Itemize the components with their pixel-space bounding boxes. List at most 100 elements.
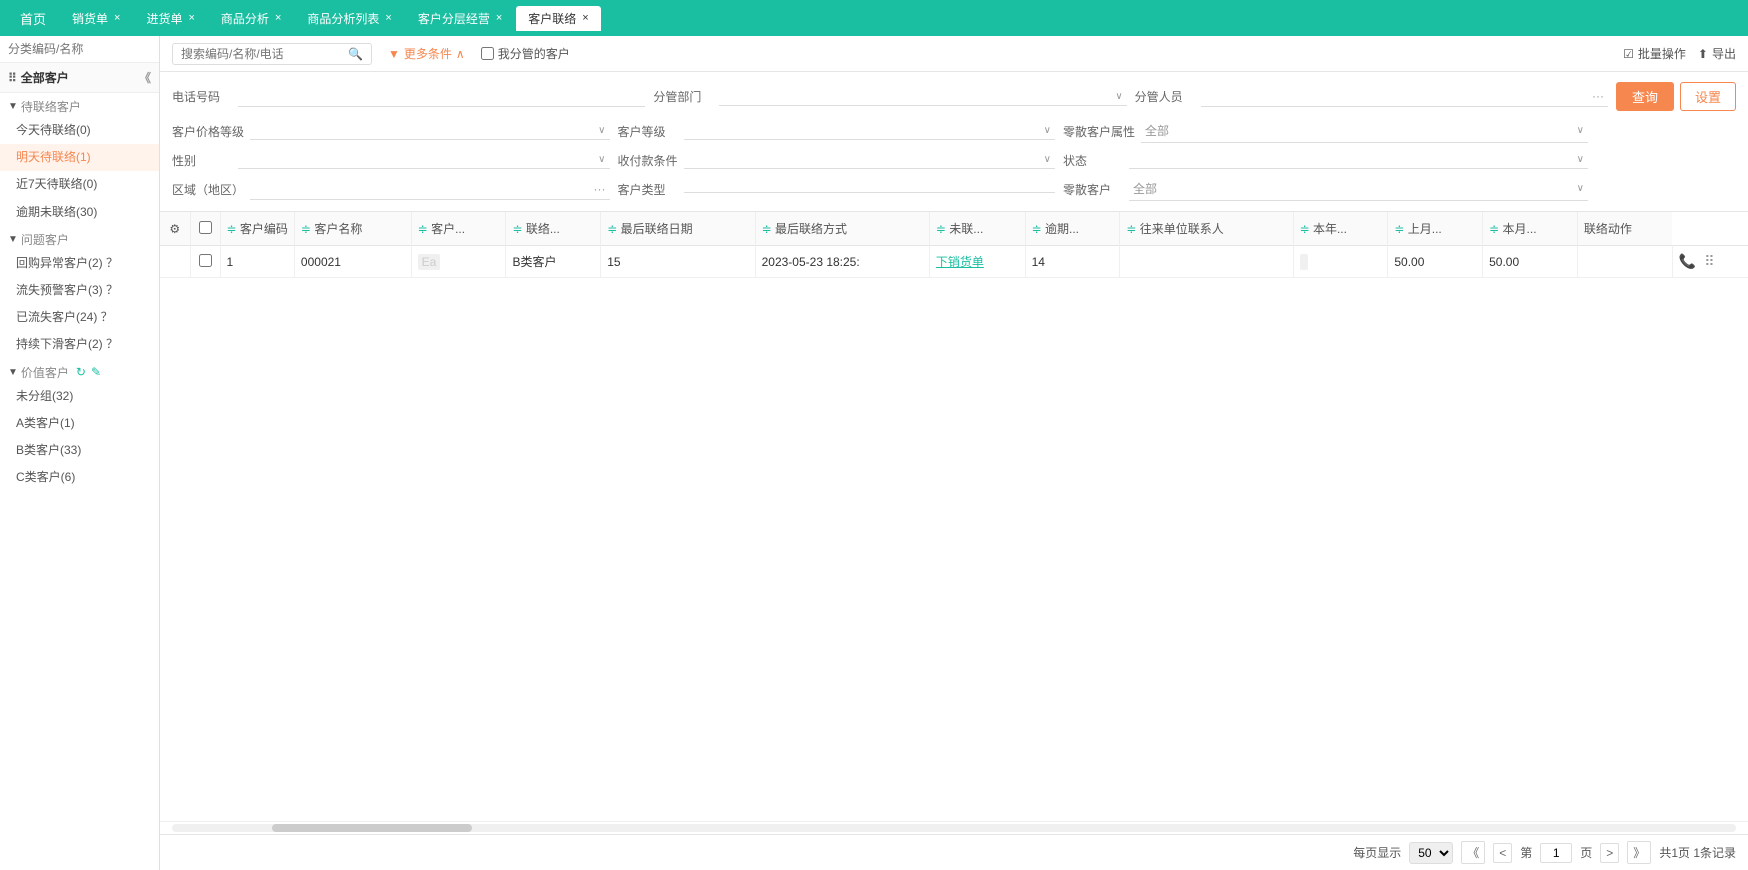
edit-group-icon[interactable]: ✎ <box>91 365 101 379</box>
col-overdue-header: ≑ 逾期... <box>1025 212 1120 246</box>
customer-table: ⚙ ≑ 客户编码 ≑ 客户名称 ≑ 客户... <box>160 212 1748 278</box>
nav-item-sales[interactable]: 销货单 × <box>60 6 132 31</box>
sidebar-search-area: 🔍 <box>0 36 159 63</box>
sidebar-item-overdue[interactable]: 逾期未联络(30) <box>0 199 159 226</box>
triangle-icon-3: ▼ <box>8 367 18 378</box>
nav-item-customer-tier[interactable]: 客户分层经营 × <box>406 6 514 31</box>
sidebar-item-churned[interactable]: 已流失客户(24) ？ <box>0 304 159 331</box>
row-last-contact-date: 2023-05-23 18:25: <box>755 246 929 278</box>
phone-input[interactable] <box>238 86 645 107</box>
refresh-icon[interactable]: ↻ <box>76 365 86 379</box>
sidebar-item-declining[interactable]: 持续下滑客户(2) ？ <box>0 331 159 358</box>
scrollbar-thumb[interactable] <box>272 824 472 832</box>
close-analysis-icon[interactable]: × <box>275 12 281 24</box>
filter-row-2: 客户价格等级 ∨ 客户等级 ∨ 零散客户属性 全部 <box>172 119 1736 143</box>
set-button[interactable]: 设置 <box>1680 82 1736 111</box>
my-customers-checkbox-label[interactable]: 我分管的客户 <box>481 45 570 62</box>
region-select[interactable]: ··· <box>250 179 609 200</box>
row-gear <box>160 246 190 278</box>
export-btn[interactable]: ⬆ 导出 <box>1698 45 1736 62</box>
sidebar-item-today[interactable]: 今天待联络(0) <box>0 117 159 144</box>
sidebar-item-class-c[interactable]: C类客户(6) <box>0 464 159 491</box>
collapse-icon[interactable]: 《 <box>139 69 151 86</box>
main-search-input[interactable] <box>181 47 344 61</box>
next-page-btn[interactable]: > <box>1600 843 1619 863</box>
filter-gender: 性别 ∨ <box>172 151 610 169</box>
sidebar-item-class-a[interactable]: A类客户(1) <box>0 410 159 437</box>
filter-retail-cust: 零散客户 全部 ∨ <box>1063 177 1588 201</box>
sidebar-item-class-b[interactable]: B类客户(33) <box>0 437 159 464</box>
bottom-bar: 每页显示 50 《 < 第 页 > 》 共1页 1条记录 <box>160 834 1748 870</box>
page-input[interactable] <box>1540 843 1572 863</box>
nav-item-customer-contact[interactable]: 客户联络 × <box>516 6 600 31</box>
sort-icon-11: ≑ <box>1394 222 1404 236</box>
my-customers-checkbox[interactable] <box>481 47 494 60</box>
retail-attr-select[interactable]: 全部 ∨ <box>1141 119 1588 143</box>
close-customer-contact-icon[interactable]: × <box>582 12 588 24</box>
close-customer-tier-icon[interactable]: × <box>496 12 502 24</box>
main-search-icon[interactable]: 🔍 <box>348 47 363 61</box>
col-last-month-header: ≑ 上月... <box>1388 212 1483 246</box>
close-sales-icon[interactable]: × <box>114 12 120 24</box>
query-button[interactable]: 查询 <box>1616 82 1674 111</box>
nav-item-analysis[interactable]: 商品分析 × <box>209 6 293 31</box>
region-ellipsis-icon[interactable]: ··· <box>594 182 606 196</box>
sidebar-item-tomorrow[interactable]: 明天待联络(1) <box>0 144 159 171</box>
row-checkbox[interactable] <box>199 254 212 267</box>
row-checkbox-cell <box>190 246 220 278</box>
all-customers-title[interactable]: ⠿ 全部客户 《 <box>0 63 159 93</box>
gender-select[interactable]: ∨ <box>238 151 610 169</box>
last-contact-link[interactable]: 下销货单 <box>936 255 984 269</box>
manager-ellipsis-icon[interactable]: ··· <box>1592 89 1604 103</box>
status-caret-icon: ∨ <box>1577 154 1584 165</box>
col-this-month-header: ≑ 本月... <box>1483 212 1578 246</box>
last-page-btn[interactable]: 》 <box>1627 841 1651 864</box>
group-pending-contact[interactable]: ▼ 待联络客户 <box>0 93 159 117</box>
col-contact-person-header: ≑ 往来单位联系人 <box>1120 212 1293 246</box>
filter-cust-level: 客户等级 ∨ <box>618 122 1056 140</box>
manager-select[interactable]: ··· <box>1201 86 1608 107</box>
more-filter-btn[interactable]: ▼ 更多条件 ∧ <box>380 42 473 65</box>
cust-level-select[interactable]: ∨ <box>684 122 1056 140</box>
sort-icon-3: ≑ <box>418 222 428 236</box>
per-page-select[interactable]: 50 <box>1409 842 1453 864</box>
gear-icon[interactable]: ⚙ <box>169 222 180 236</box>
sidebar: 🔍 ⠿ 全部客户 《 ▼ 待联络客户 今天待联络(0) 明天待联络(1) 近7天… <box>0 36 160 870</box>
close-analysis-list-icon[interactable]: × <box>385 12 391 24</box>
row-last-contact-method: 下销货单 <box>929 246 1025 278</box>
filter-payment: 收付款条件 ∨ <box>618 151 1056 169</box>
action-phone-icon[interactable]: 📞 <box>1679 253 1696 270</box>
col-type-header: ≑ 客户... <box>411 212 506 246</box>
first-page-btn[interactable]: 《 <box>1461 841 1485 864</box>
nav-item-purchase[interactable]: 进货单 × <box>134 6 206 31</box>
payment-select[interactable]: ∨ <box>684 151 1055 169</box>
sidebar-item-7days[interactable]: 近7天待联络(0) <box>0 171 159 198</box>
sidebar-search-input[interactable] <box>8 42 160 56</box>
row-code: 000021 <box>294 246 411 278</box>
group-problem-customers[interactable]: ▼ 问题客户 <box>0 226 159 250</box>
nav-item-analysis-list[interactable]: 商品分析列表 × <box>295 6 403 31</box>
group-value-customers[interactable]: ▼ 价值客户 ↻ ✎ <box>0 359 159 383</box>
action-more-icon[interactable]: ⠿ <box>1704 253 1714 270</box>
sort-icon-2: ≑ <box>301 222 311 236</box>
nav-home[interactable]: 首页 <box>8 5 58 32</box>
filter-row-1: 电话号码 分管部门 ∨ 分管人员 ··· <box>172 82 1736 111</box>
select-all-checkbox[interactable] <box>199 221 212 234</box>
payment-caret-icon: ∨ <box>1044 154 1051 165</box>
batch-btn[interactable]: ☑ 批量操作 <box>1623 45 1686 62</box>
close-purchase-icon[interactable]: × <box>188 12 194 24</box>
price-level-select[interactable]: ∨ <box>250 122 609 140</box>
sidebar-item-churn-warning[interactable]: 流失预警客户(3) ？ <box>0 277 159 304</box>
sidebar-item-repurchase-abnormal[interactable]: 回购异常客户(2) ？ <box>0 250 159 277</box>
prev-page-btn[interactable]: < <box>1493 843 1512 863</box>
sidebar-item-ungrouped[interactable]: 未分组(32) <box>0 383 159 410</box>
filter-caret-icon: ∧ <box>456 47 465 61</box>
retail-cust-select[interactable]: 全部 ∨ <box>1129 177 1588 201</box>
row-no: 1 <box>220 246 294 278</box>
dept-select[interactable]: ∨ <box>719 88 1126 106</box>
cust-type-select[interactable] <box>684 186 1056 193</box>
toolbar-right: ☑ 批量操作 ⬆ 导出 <box>1623 45 1736 62</box>
status-select[interactable]: ∨ <box>1129 151 1588 169</box>
col-not-contacted-header: ≑ 未联... <box>929 212 1025 246</box>
retail-attr-caret-icon: ∨ <box>1577 125 1584 136</box>
